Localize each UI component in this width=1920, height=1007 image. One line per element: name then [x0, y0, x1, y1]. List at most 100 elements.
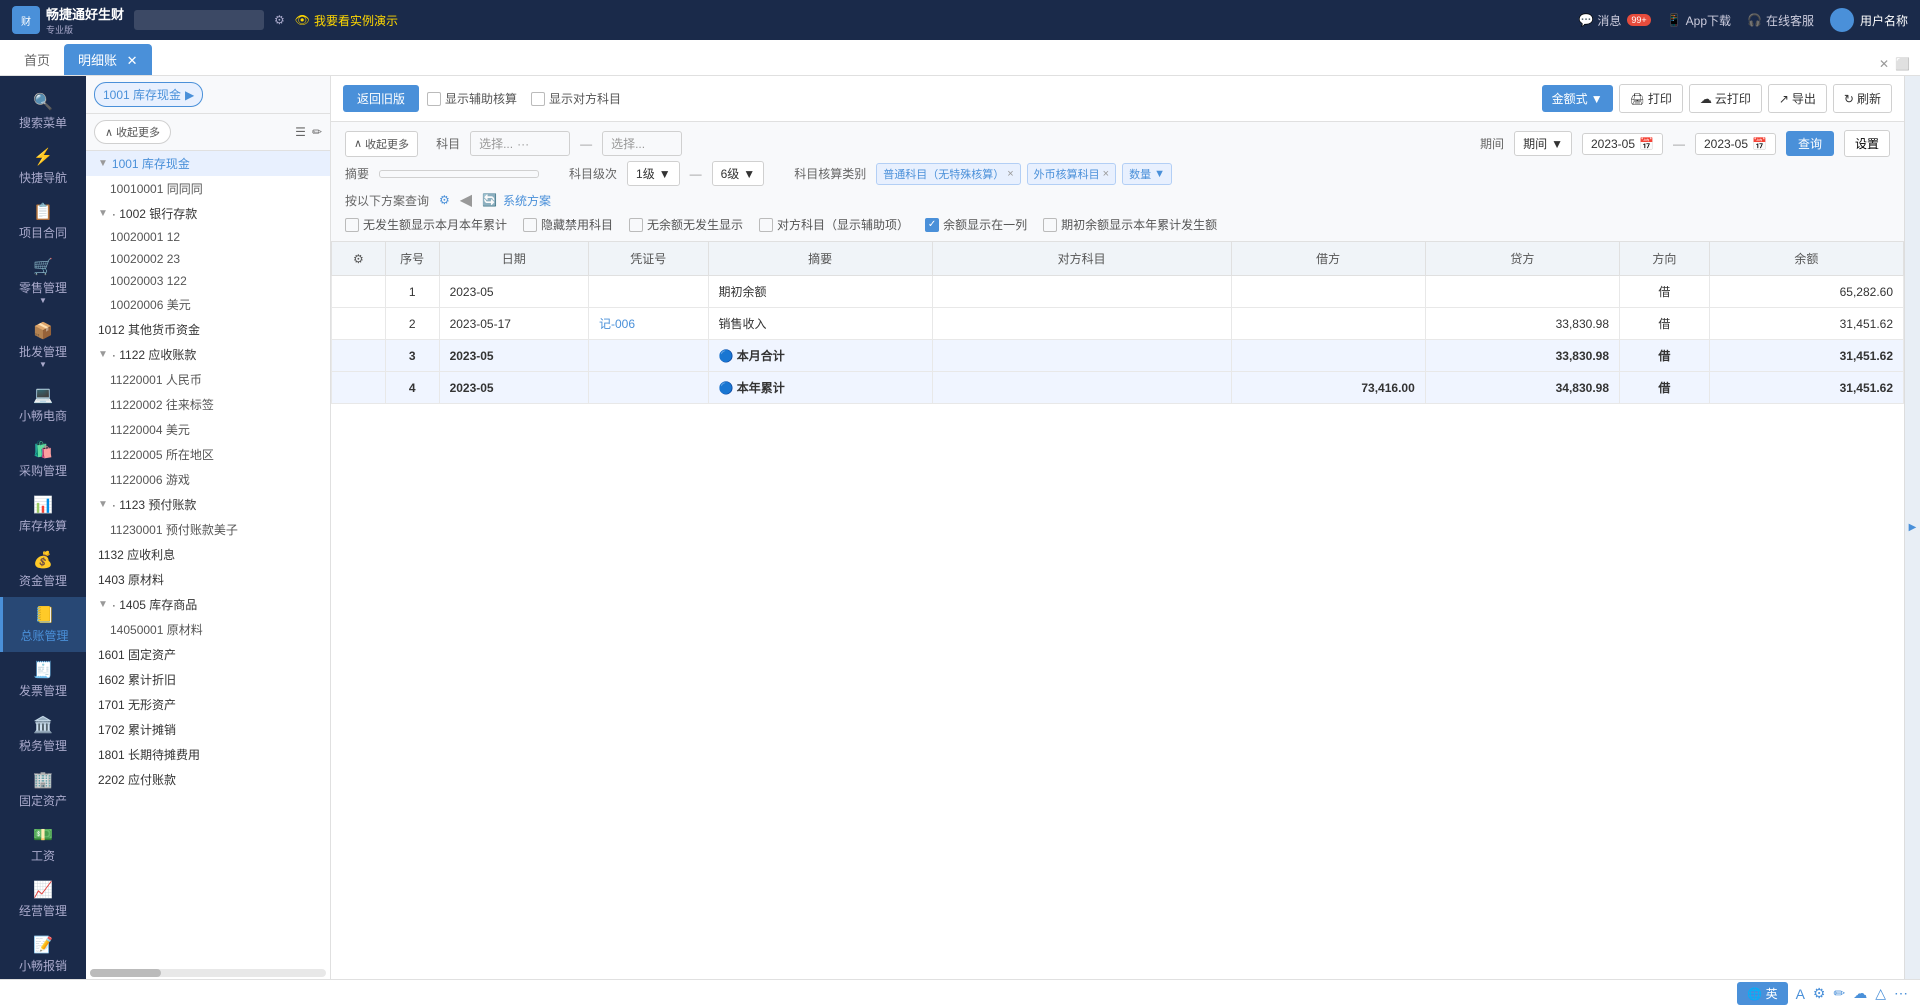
tree-node-1001[interactable]: ▼ 1001 库存现金	[86, 151, 330, 176]
demo-btn[interactable]: 👁 我要看实例演示	[295, 12, 398, 29]
sidebar-item-retail[interactable]: 🛒 零售管理 ▼	[0, 249, 86, 313]
tree-edit-icon[interactable]: ✏	[312, 125, 322, 139]
tree-node-1002[interactable]: ▼ · 1002 银行存款	[86, 201, 330, 226]
checkbox-opposite-aux[interactable]: 对方科目（显示辅助项）	[759, 216, 909, 233]
app-download-btn[interactable]: 📱 App下载	[1667, 12, 1731, 29]
tree-node-10020003[interactable]: 10020003 122	[86, 270, 330, 292]
tree-list-icon[interactable]: ☰	[295, 125, 306, 139]
translate-icon-2[interactable]: A	[1796, 986, 1805, 1002]
refresh-btn[interactable]: ↻ 刷新	[1833, 84, 1892, 113]
lang-btn[interactable]: 🌐 英	[1737, 982, 1787, 1005]
sidebar-item-ecommerce[interactable]: 💻 小畅电商	[0, 377, 86, 432]
tree-node-11220004[interactable]: 11220004 美元	[86, 417, 330, 442]
tree-node-11220001[interactable]: 11220001 人民币	[86, 367, 330, 392]
sidebar-item-salary[interactable]: 💵 工资	[0, 817, 86, 872]
subject-filter-input[interactable]: 选择... ···	[470, 131, 570, 156]
sidebar-item-inventory[interactable]: 📊 库存核算	[0, 487, 86, 542]
tree-node-14050001[interactable]: 14050001 原材料	[86, 617, 330, 642]
collapse-more-btn[interactable]: ∧ 收起更多	[94, 120, 171, 144]
show-opposite-checkbox[interactable]: 显示对方科目	[531, 90, 621, 107]
sidebar-item-purchase[interactable]: 🛍️ 采购管理	[0, 432, 86, 487]
tab-detail[interactable]: 明细账 ✕	[64, 44, 152, 75]
return-old-btn[interactable]: 返回旧版	[343, 85, 419, 112]
tag-quantity-dropdown[interactable]: ▼	[1154, 168, 1165, 180]
checkbox-balance-col[interactable]: ✓ 余额显示在一列	[925, 216, 1027, 233]
tree-node-10020002[interactable]: 10020002 23	[86, 248, 330, 270]
subject-filter-end[interactable]: 选择...	[602, 131, 682, 156]
more-bottom-icon[interactable]: ⋯	[1894, 985, 1908, 1002]
account-arrow-icon[interactable]: ▶	[185, 88, 194, 102]
help-bottom-icon[interactable]: △	[1875, 985, 1886, 1002]
period-start-field[interactable]: 2023-05 📅	[1582, 133, 1663, 155]
close-window-icon[interactable]: ✕	[1879, 57, 1889, 71]
sidebar-item-finance[interactable]: 💰 资金管理	[0, 542, 86, 597]
tree-node-11220002[interactable]: 11220002 往来标签	[86, 392, 330, 417]
tree-node-10020001[interactable]: 10020001 12	[86, 226, 330, 248]
tree-node-1132[interactable]: 1132 应收利息	[86, 542, 330, 567]
cloud-print-btn[interactable]: ☁ 云打印	[1689, 84, 1762, 113]
summary-input[interactable]	[379, 170, 539, 178]
checkbox-hide-disabled[interactable]: 隐藏禁用科目	[523, 216, 613, 233]
sidebar-item-assets[interactable]: 🏢 固定资产	[0, 762, 86, 817]
sidebar-item-wholesale[interactable]: 📦 批发管理 ▼	[0, 313, 86, 377]
tree-node-10020006[interactable]: 10020006 美元	[86, 292, 330, 317]
sidebar-item-ledger[interactable]: 📒 总账管理	[0, 597, 86, 652]
sidebar-item-operations[interactable]: 📈 经营管理	[0, 872, 86, 927]
checkbox-opening-balance[interactable]: 期初余额显示本年累计发生额	[1043, 216, 1217, 233]
amount-mode-btn[interactable]: 金额式 ▼	[1542, 85, 1613, 112]
sidebar-item-tax[interactable]: 🏛️ 税务管理	[0, 707, 86, 762]
tree-node-1702[interactable]: 1702 累计摊销	[86, 717, 330, 742]
tree-node-1801[interactable]: 1801 长期待摊费用	[86, 742, 330, 767]
tree-node-1123[interactable]: ▼ · 1123 预付账款	[86, 492, 330, 517]
scheme-collapse-btn[interactable]: ∧ 收起更多	[345, 131, 418, 157]
sidebar-item-search[interactable]: 🔍 搜索菜单	[0, 84, 86, 139]
query-btn[interactable]: 查询	[1786, 131, 1834, 156]
sidebar-item-expense[interactable]: 📝 小畅报销	[0, 927, 86, 979]
checkbox-no-amount[interactable]: 无发生额显示本月本年累计	[345, 216, 507, 233]
sidebar-item-contract[interactable]: 📋 项目合同	[0, 194, 86, 249]
export-btn[interactable]: ↗ 导出	[1768, 84, 1827, 113]
online-service-btn[interactable]: 🎧 在线客服	[1747, 12, 1814, 29]
level-end-select[interactable]: 6级 ▼	[712, 161, 765, 186]
tree-node-2202[interactable]: 2202 应付账款	[86, 767, 330, 792]
tab-home[interactable]: 首页	[10, 44, 64, 75]
scheme-collapse-left-icon[interactable]: ◀	[460, 190, 472, 210]
top-search-input[interactable]	[134, 10, 264, 30]
sidebar-item-invoice[interactable]: 🧾 发票管理	[0, 652, 86, 707]
tree-node-1601[interactable]: 1601 固定资产	[86, 642, 330, 667]
subject-more-icon[interactable]: ···	[517, 137, 529, 151]
tree-node-11230001[interactable]: 11230001 预付账款美子	[86, 517, 330, 542]
maximize-window-icon[interactable]: ⬜	[1895, 57, 1910, 71]
period-type-select[interactable]: 期间 ▼	[1514, 131, 1572, 156]
tree-node-11220006[interactable]: 11220006 游戏	[86, 467, 330, 492]
period-end-field[interactable]: 2023-05 📅	[1695, 133, 1776, 155]
tag-foreign-close[interactable]: ×	[1103, 168, 1109, 180]
print-btn[interactable]: 🖨 打印	[1619, 84, 1683, 113]
voucher-link[interactable]: 记-006	[599, 317, 635, 331]
settings-bottom-icon[interactable]: ⚙	[1813, 985, 1826, 1002]
tab-close-icon[interactable]: ✕	[127, 53, 138, 68]
checkbox-no-balance[interactable]: 无余额无发生显示	[629, 216, 743, 233]
tree-node-1701[interactable]: 1701 无形资产	[86, 692, 330, 717]
tree-node-1122[interactable]: ▼ · 1122 应收账款	[86, 342, 330, 367]
scheme-settings-icon[interactable]: ⚙	[439, 193, 450, 207]
tree-node-1602[interactable]: 1602 累计折旧	[86, 667, 330, 692]
tree-node-10010001[interactable]: 10010001 同同同	[86, 176, 330, 201]
tree-scrollbar[interactable]	[90, 969, 161, 977]
right-panel-toggle[interactable]: ▶	[1904, 76, 1920, 979]
system-scheme-btn[interactable]: 🔄 系统方案	[482, 192, 551, 209]
user-area[interactable]: 用户名称	[1830, 8, 1908, 32]
selected-account[interactable]: 1001 库存现金 ▶	[94, 82, 203, 107]
tree-node-1012[interactable]: 1012 其他货币资金	[86, 317, 330, 342]
message-btn[interactable]: 💬 消息 99+	[1578, 12, 1650, 29]
tree-node-1403[interactable]: 1403 原材料	[86, 567, 330, 592]
settings-icon[interactable]: ⚙	[274, 13, 285, 27]
tag-normal-close[interactable]: ×	[1007, 168, 1013, 180]
sidebar-item-nav[interactable]: ⚡ 快捷导航	[0, 139, 86, 194]
th-settings[interactable]: ⚙	[332, 242, 386, 276]
show-aux-checkbox[interactable]: 显示辅助核算	[427, 90, 517, 107]
tree-node-1405[interactable]: ▼ · 1405 库存商品	[86, 592, 330, 617]
edit-bottom-icon[interactable]: ✏	[1833, 985, 1845, 1002]
level-start-select[interactable]: 1级 ▼	[627, 161, 680, 186]
cloud-bottom-icon[interactable]: ☁	[1853, 985, 1867, 1002]
